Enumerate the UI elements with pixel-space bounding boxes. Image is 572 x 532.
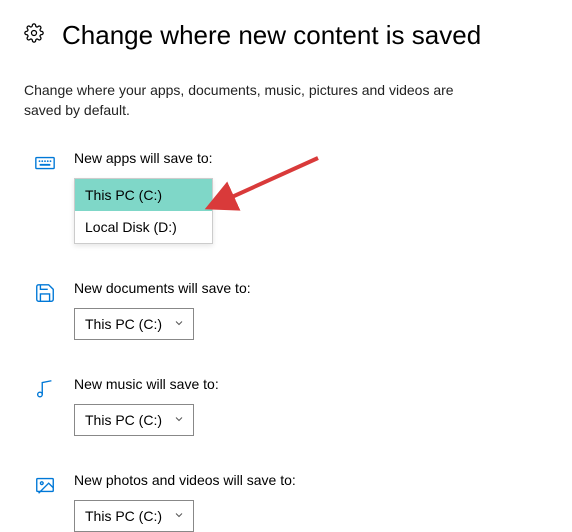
gear-icon bbox=[24, 23, 44, 48]
section-apps: New apps will save to: This PC (C:) Loca… bbox=[34, 150, 548, 244]
dropdown-option-local-disk[interactable]: Local Disk (D:) bbox=[75, 211, 212, 243]
photos-save-dropdown[interactable]: This PC (C:) bbox=[74, 500, 194, 532]
section-music: New music will save to: This PC (C:) bbox=[34, 376, 548, 436]
page-header: Change where new content is saved bbox=[24, 20, 548, 51]
section-photos: New photos and videos will save to: This… bbox=[34, 472, 548, 532]
documents-label: New documents will save to: bbox=[74, 280, 251, 296]
documents-save-dropdown[interactable]: This PC (C:) bbox=[74, 308, 194, 340]
apps-save-dropdown[interactable]: This PC (C:) Local Disk (D:) bbox=[74, 178, 213, 244]
dropdown-value: This PC (C:) bbox=[85, 316, 162, 332]
music-label: New music will save to: bbox=[74, 376, 219, 392]
dropdown-value: This PC (C:) bbox=[85, 508, 162, 524]
keyboard-icon bbox=[34, 150, 56, 179]
save-icon bbox=[34, 280, 56, 309]
chevron-down-icon bbox=[173, 412, 185, 428]
picture-icon bbox=[34, 472, 56, 501]
page-title: Change where new content is saved bbox=[62, 20, 481, 51]
apps-label: New apps will save to: bbox=[74, 150, 213, 166]
dropdown-value: This PC (C:) bbox=[85, 412, 162, 428]
dropdown-option-this-pc[interactable]: This PC (C:) bbox=[75, 179, 212, 211]
section-documents: New documents will save to: This PC (C:) bbox=[34, 280, 548, 340]
chevron-down-icon bbox=[173, 316, 185, 332]
photos-label: New photos and videos will save to: bbox=[74, 472, 296, 488]
chevron-down-icon bbox=[173, 508, 185, 524]
music-save-dropdown[interactable]: This PC (C:) bbox=[74, 404, 194, 436]
music-note-icon bbox=[34, 376, 56, 405]
page-subtitle: Change where your apps, documents, music… bbox=[24, 81, 464, 120]
